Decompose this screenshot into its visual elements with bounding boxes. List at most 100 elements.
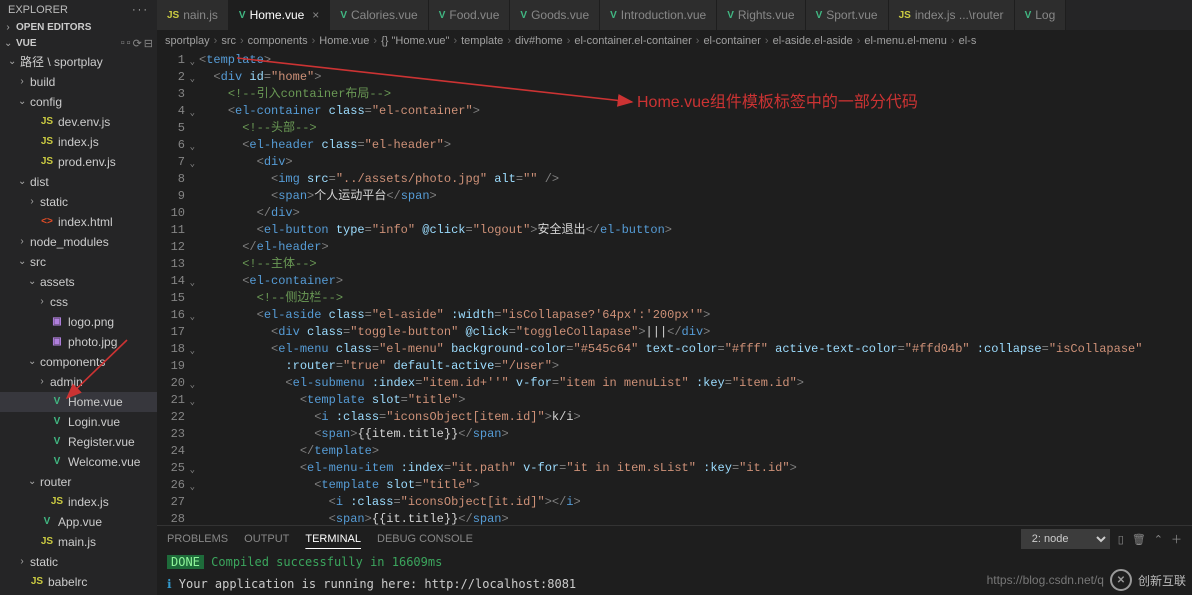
- folder-item[interactable]: ⌄config: [0, 92, 157, 112]
- workspace-section[interactable]: ⌄ VUE ▫ ▫ ⟳ ⊟: [0, 35, 157, 52]
- folder-item[interactable]: ›admin: [0, 372, 157, 392]
- file-item[interactable]: VLogin.vue: [0, 412, 157, 432]
- fold-icon[interactable]: ⌄: [190, 71, 195, 88]
- code-line[interactable]: <div id="home">: [199, 69, 1192, 86]
- code-line[interactable]: <i :class="iconsObject[it.id]"></i>: [199, 494, 1192, 511]
- fold-icon[interactable]: ⌄: [190, 462, 195, 479]
- fold-icon[interactable]: ⌄: [190, 394, 195, 411]
- code-line[interactable]: <el-submenu :index="item.id+''" v-for="i…: [199, 375, 1192, 392]
- breadcrumb-segment[interactable]: el-aside.el-aside: [773, 35, 853, 47]
- line-number[interactable]: 17: [157, 324, 185, 341]
- editor-tab[interactable]: VIntroduction.vue: [600, 0, 717, 30]
- folder-item[interactable]: ›css: [0, 292, 157, 312]
- line-number[interactable]: 8: [157, 171, 185, 188]
- breadcrumb-segment[interactable]: Home.vue: [319, 35, 369, 47]
- split-terminal-icon[interactable]: ▯: [1118, 533, 1124, 546]
- line-number[interactable]: 15: [157, 290, 185, 307]
- kill-terminal-icon[interactable]: 🗑: [1132, 533, 1146, 546]
- line-number[interactable]: 14⌄: [157, 273, 185, 290]
- line-number[interactable]: 6⌄: [157, 137, 185, 154]
- file-item[interactable]: JSindex.js: [0, 132, 157, 152]
- code-line[interactable]: <el-container class="el-container">: [199, 103, 1192, 120]
- breadcrumb-segment[interactable]: div#home: [515, 35, 563, 47]
- folder-item[interactable]: ›static: [0, 552, 157, 572]
- line-number[interactable]: 13: [157, 256, 185, 273]
- line-number[interactable]: 4⌄: [157, 103, 185, 120]
- code-lines[interactable]: <template> <div id="home"> <!--引入contain…: [199, 52, 1192, 525]
- file-item[interactable]: JSindex.js: [0, 492, 157, 512]
- folder-item[interactable]: ⌄components: [0, 352, 157, 372]
- file-item[interactable]: <>index.html: [0, 212, 157, 232]
- code-line[interactable]: <el-header class="el-header">: [199, 137, 1192, 154]
- folder-item[interactable]: ›node_modules: [0, 232, 157, 252]
- line-number[interactable]: 7⌄: [157, 154, 185, 171]
- new-file-icon[interactable]: ▫: [121, 37, 125, 50]
- folder-item[interactable]: ⌄路径 \ sportplay: [0, 52, 157, 72]
- panel-tab-problems[interactable]: PROBLEMS: [167, 533, 228, 545]
- code-line[interactable]: <el-container>: [199, 273, 1192, 290]
- fold-icon[interactable]: ⌄: [190, 275, 195, 292]
- line-number[interactable]: 10: [157, 205, 185, 222]
- file-item[interactable]: VHome.vue: [0, 392, 157, 412]
- new-terminal-icon[interactable]: ＋: [1171, 531, 1182, 547]
- more-icon[interactable]: ···: [132, 4, 149, 16]
- breadcrumb-segment[interactable]: el-s: [959, 35, 977, 47]
- editor-tab[interactable]: VHome.vue×: [229, 0, 330, 30]
- folder-item[interactable]: ⌄src: [0, 252, 157, 272]
- line-number[interactable]: 16⌄: [157, 307, 185, 324]
- panel-tab-terminal[interactable]: TERMINAL: [305, 533, 361, 545]
- code-line[interactable]: </template>: [199, 443, 1192, 460]
- breadcrumb[interactable]: sportplay›src›components›Home.vue›{} "Ho…: [157, 30, 1192, 52]
- code-line[interactable]: <div class="toggle-button" @click="toggl…: [199, 324, 1192, 341]
- code-line[interactable]: <el-menu class="el-menu" background-colo…: [199, 341, 1192, 358]
- code-line[interactable]: :router="true" default-active="/user">: [199, 358, 1192, 375]
- line-number[interactable]: 2⌄: [157, 69, 185, 86]
- code-line[interactable]: <img src="../assets/photo.jpg" alt="" />: [199, 171, 1192, 188]
- line-number[interactable]: 24: [157, 443, 185, 460]
- code-line[interactable]: <el-aside class="el-aside" :width="isCol…: [199, 307, 1192, 324]
- fold-icon[interactable]: ⌄: [190, 377, 195, 394]
- editor-tab[interactable]: JSnain.js: [157, 0, 229, 30]
- code-line[interactable]: <!--侧边栏-->: [199, 290, 1192, 307]
- breadcrumb-segment[interactable]: el-container.el-container: [574, 35, 691, 47]
- code-line[interactable]: <template slot="title">: [199, 392, 1192, 409]
- file-item[interactable]: VWelcome.vue: [0, 452, 157, 472]
- refresh-icon[interactable]: ⟳: [133, 37, 142, 50]
- close-icon[interactable]: ×: [312, 8, 319, 22]
- fold-icon[interactable]: ⌄: [190, 54, 195, 71]
- code-line[interactable]: <!--引入container布局-->: [199, 86, 1192, 103]
- breadcrumb-segment[interactable]: components: [248, 35, 308, 47]
- breadcrumb-segment[interactable]: {} "Home.vue": [381, 35, 449, 47]
- code-line[interactable]: </div>: [199, 205, 1192, 222]
- folder-item[interactable]: ⌄assets: [0, 272, 157, 292]
- code-line[interactable]: <i :class="iconsObject[item.id]">k/i>: [199, 409, 1192, 426]
- line-number[interactable]: 21⌄: [157, 392, 185, 409]
- maximize-panel-icon[interactable]: ⌃: [1154, 533, 1163, 546]
- breadcrumb-segment[interactable]: src: [221, 35, 236, 47]
- line-number[interactable]: 3: [157, 86, 185, 103]
- editor-tab[interactable]: VGoods.vue: [510, 0, 600, 30]
- breadcrumb-segment[interactable]: template: [461, 35, 503, 47]
- code-editor[interactable]: 1⌄2⌄34⌄56⌄7⌄891011121314⌄1516⌄1718⌄1920⌄…: [157, 52, 1192, 525]
- editor-tab[interactable]: VCalories.vue: [330, 0, 428, 30]
- line-number[interactable]: 9: [157, 188, 185, 205]
- folder-item[interactable]: ›static: [0, 192, 157, 212]
- code-line[interactable]: <span>{{item.title}}</span>: [199, 426, 1192, 443]
- panel-tab-output[interactable]: OUTPUT: [244, 533, 289, 545]
- code-line[interactable]: </el-header>: [199, 239, 1192, 256]
- code-line[interactable]: <span>{{it.title}}</span>: [199, 511, 1192, 525]
- folder-item[interactable]: ⌄router: [0, 472, 157, 492]
- editor-tab[interactable]: VRights.vue: [717, 0, 805, 30]
- file-item[interactable]: JSdev.env.js: [0, 112, 157, 132]
- open-editors-section[interactable]: › OPEN EDITORS: [0, 20, 157, 35]
- line-number[interactable]: 27: [157, 494, 185, 511]
- editor-tab[interactable]: JSindex.js ...\router: [889, 0, 1015, 30]
- file-item[interactable]: VApp.vue: [0, 512, 157, 532]
- code-line[interactable]: <!--头部-->: [199, 120, 1192, 137]
- editor-tab[interactable]: VLog: [1015, 0, 1067, 30]
- editor-tab[interactable]: VSport.vue: [806, 0, 889, 30]
- code-line[interactable]: <!--主体-->: [199, 256, 1192, 273]
- code-line[interactable]: <el-menu-item :index="it.path" v-for="it…: [199, 460, 1192, 477]
- collapse-icon[interactable]: ⊟: [144, 37, 153, 50]
- fold-icon[interactable]: ⌄: [190, 343, 195, 360]
